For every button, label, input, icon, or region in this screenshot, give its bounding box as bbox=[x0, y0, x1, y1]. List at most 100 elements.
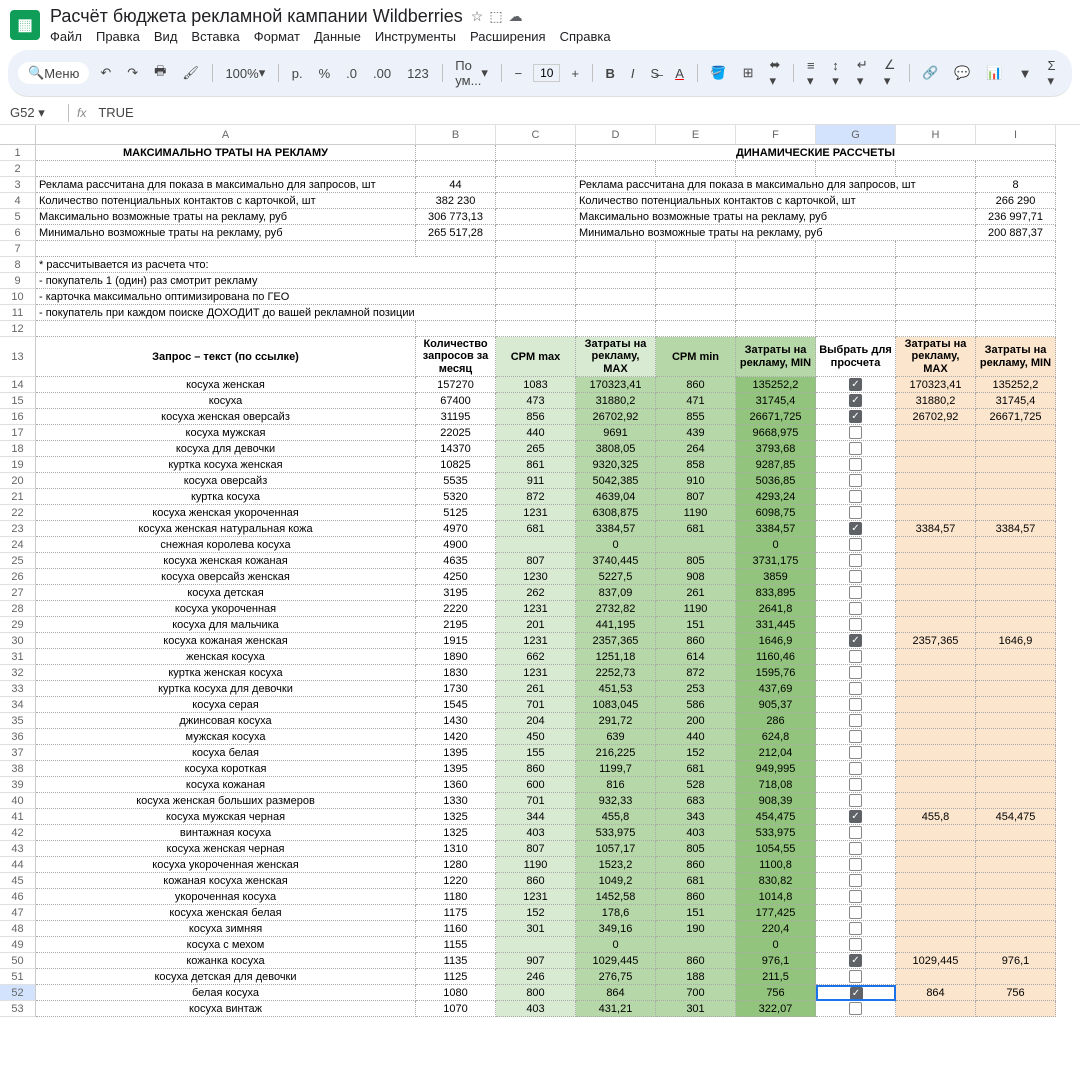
cell[interactable]: 451,53 bbox=[576, 681, 656, 697]
cell[interactable]: 5227,5 bbox=[576, 569, 656, 585]
checkbox[interactable] bbox=[849, 842, 862, 855]
cell[interactable] bbox=[976, 777, 1056, 793]
cell[interactable]: 1125 bbox=[416, 969, 496, 985]
cell[interactable] bbox=[496, 273, 576, 289]
cell[interactable]: 860 bbox=[496, 873, 576, 889]
cell[interactable] bbox=[496, 937, 576, 953]
cell[interactable] bbox=[976, 537, 1056, 553]
cell[interactable] bbox=[976, 825, 1056, 841]
row-num[interactable]: 24 bbox=[0, 537, 36, 553]
cell[interactable]: 860 bbox=[656, 889, 736, 905]
currency-icon[interactable]: р. bbox=[287, 63, 308, 84]
cell[interactable]: 177,425 bbox=[736, 905, 816, 921]
cell[interactable]: косуха короткая bbox=[36, 761, 416, 777]
cell[interactable]: 864 bbox=[576, 985, 656, 1001]
cell[interactable] bbox=[576, 241, 656, 257]
cell[interactable]: 152 bbox=[496, 905, 576, 921]
cell[interactable]: 291,72 bbox=[576, 713, 656, 729]
cell[interactable] bbox=[816, 905, 896, 921]
cell[interactable]: косуха женская черная bbox=[36, 841, 416, 857]
cell[interactable]: 9287,85 bbox=[736, 457, 816, 473]
cell[interactable] bbox=[576, 257, 656, 273]
checkbox[interactable] bbox=[849, 682, 862, 695]
checkbox[interactable]: ✓ bbox=[849, 410, 862, 423]
cell[interactable]: ✓ bbox=[816, 377, 896, 393]
cell[interactable] bbox=[816, 241, 896, 257]
row-num[interactable]: 17 bbox=[0, 425, 36, 441]
cell[interactable] bbox=[816, 873, 896, 889]
cell[interactable]: 908 bbox=[656, 569, 736, 585]
cell[interactable]: 1830 bbox=[416, 665, 496, 681]
cell[interactable]: 264 bbox=[656, 441, 736, 457]
cell[interactable]: 1420 bbox=[416, 729, 496, 745]
row-num[interactable]: 53 bbox=[0, 1001, 36, 1017]
checkbox[interactable] bbox=[849, 586, 862, 599]
cell[interactable]: 10825 bbox=[416, 457, 496, 473]
menu-view[interactable]: Вид bbox=[154, 29, 178, 44]
cell[interactable] bbox=[656, 321, 736, 337]
cell[interactable]: куртка женская косуха bbox=[36, 665, 416, 681]
checkbox[interactable] bbox=[849, 906, 862, 919]
cell[interactable]: 3384,57 bbox=[576, 521, 656, 537]
row-num[interactable]: 47 bbox=[0, 905, 36, 921]
cell[interactable]: 220,4 bbox=[736, 921, 816, 937]
cell[interactable] bbox=[896, 257, 976, 273]
cell[interactable] bbox=[496, 321, 576, 337]
cell[interactable]: 450 bbox=[496, 729, 576, 745]
cell[interactable]: 681 bbox=[656, 873, 736, 889]
star-icon[interactable]: ☆ bbox=[471, 8, 484, 25]
cell[interactable]: Количество потенциальных контактов с кар… bbox=[36, 193, 416, 209]
cell[interactable]: 135252,2 bbox=[976, 377, 1056, 393]
row-num[interactable]: 40 bbox=[0, 793, 36, 809]
menu-edit[interactable]: Правка bbox=[96, 29, 140, 44]
cell[interactable] bbox=[976, 289, 1056, 305]
cell[interactable]: косуха кожаная bbox=[36, 777, 416, 793]
cell[interactable]: 1595,76 bbox=[736, 665, 816, 681]
cell[interactable]: 261 bbox=[496, 681, 576, 697]
cell[interactable]: 1155 bbox=[416, 937, 496, 953]
checkbox[interactable]: ✓ bbox=[849, 810, 862, 823]
cell[interactable] bbox=[976, 745, 1056, 761]
cell[interactable]: куртка косуха bbox=[36, 489, 416, 505]
row-num[interactable]: 51 bbox=[0, 969, 36, 985]
cell[interactable] bbox=[736, 305, 816, 321]
cell[interactable]: косуха женская оверсайз bbox=[36, 409, 416, 425]
checkbox[interactable]: ✓ bbox=[849, 522, 862, 535]
cell[interactable] bbox=[736, 241, 816, 257]
cell[interactable]: 4970 bbox=[416, 521, 496, 537]
cell[interactable]: 1646,9 bbox=[976, 633, 1056, 649]
cell[interactable]: 949,995 bbox=[736, 761, 816, 777]
cell[interactable]: 265 517,28 bbox=[416, 225, 496, 241]
row-num[interactable]: 32 bbox=[0, 665, 36, 681]
cell[interactable] bbox=[896, 617, 976, 633]
checkbox[interactable] bbox=[849, 938, 862, 951]
cell[interactable]: 932,33 bbox=[576, 793, 656, 809]
cell[interactable]: 1545 bbox=[416, 697, 496, 713]
cell[interactable]: ✓ bbox=[816, 409, 896, 425]
cell[interactable]: 261 bbox=[656, 585, 736, 601]
spreadsheet-grid[interactable]: A B C D E F G H I 1МАКСИМАЛЬНО ТРАТЫ НА … bbox=[0, 125, 1080, 1017]
cell[interactable] bbox=[496, 209, 576, 225]
cell[interactable]: 135252,2 bbox=[736, 377, 816, 393]
cell[interactable]: 1452,58 bbox=[576, 889, 656, 905]
cell[interactable]: 807 bbox=[496, 553, 576, 569]
merge-icon[interactable]: ⬌ ▾ bbox=[765, 54, 786, 92]
cell[interactable]: 200 bbox=[656, 713, 736, 729]
cell[interactable] bbox=[976, 921, 1056, 937]
cell[interactable]: 1160 bbox=[416, 921, 496, 937]
fontsize-input[interactable]: 10 bbox=[533, 64, 560, 82]
cell[interactable] bbox=[496, 193, 576, 209]
cell[interactable] bbox=[816, 425, 896, 441]
cell[interactable] bbox=[816, 489, 896, 505]
cell[interactable] bbox=[816, 321, 896, 337]
cell[interactable] bbox=[816, 161, 896, 177]
cell[interactable] bbox=[896, 537, 976, 553]
cell[interactable]: 1175 bbox=[416, 905, 496, 921]
cell[interactable] bbox=[896, 921, 976, 937]
row-num[interactable]: 18 bbox=[0, 441, 36, 457]
cell[interactable]: 860 bbox=[656, 633, 736, 649]
cell[interactable]: 454,475 bbox=[736, 809, 816, 825]
cell[interactable] bbox=[816, 969, 896, 985]
cell[interactable]: 211,5 bbox=[736, 969, 816, 985]
cell[interactable] bbox=[576, 321, 656, 337]
